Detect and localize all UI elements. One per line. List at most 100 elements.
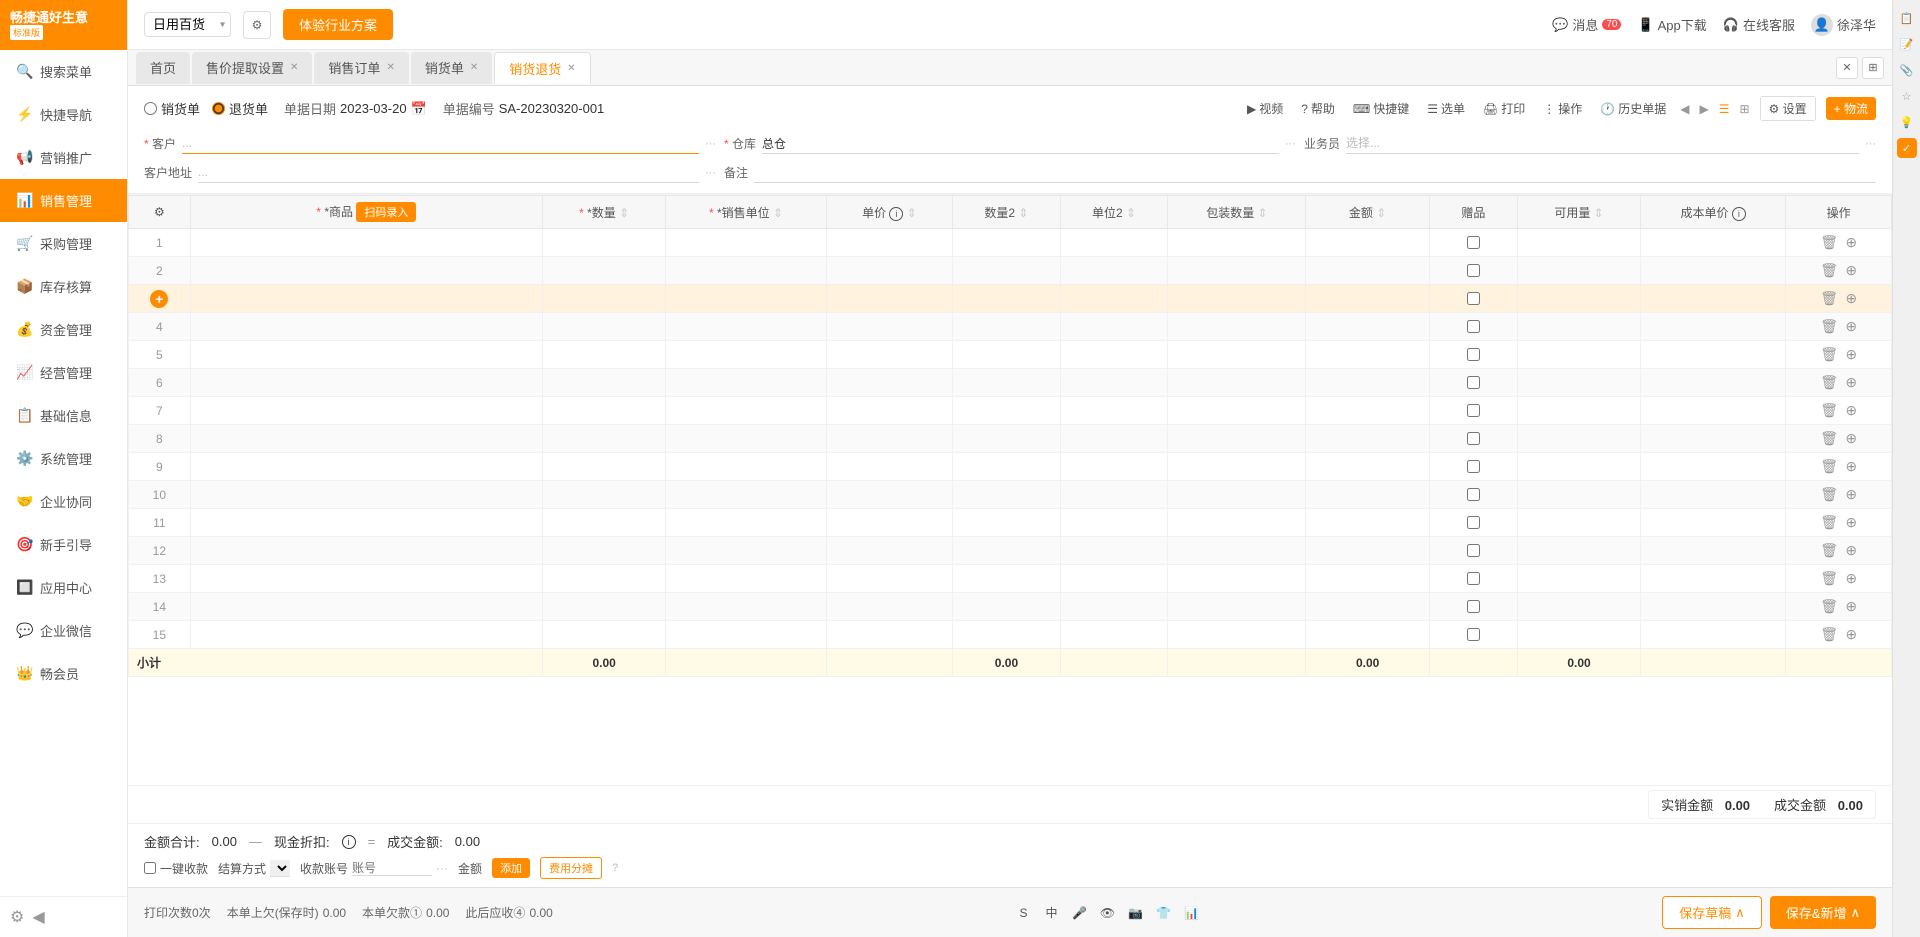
delete-row-14[interactable]: 🗑 (1818, 598, 1840, 615)
copy-row-6[interactable]: ⊕ (1843, 374, 1859, 391)
sidebar-item-wechat[interactable]: 💬企业微信 (0, 609, 127, 652)
qty2-cell-6[interactable] (953, 369, 1061, 397)
sidebar-item-member[interactable]: 👑畅会员 (0, 652, 127, 695)
amount-cell-1[interactable] (1306, 229, 1429, 257)
unit2-cell-2[interactable] (1060, 257, 1168, 285)
gift-checkbox-14[interactable] (1467, 600, 1480, 613)
industry-select-wrap[interactable]: 日用百货 (144, 12, 231, 37)
gift-cell-15[interactable] (1429, 621, 1517, 649)
unit2-cell-15[interactable] (1060, 621, 1168, 649)
available-cell-14[interactable] (1517, 593, 1640, 621)
customer-input[interactable] (182, 133, 699, 154)
copy-row-4[interactable]: ⊕ (1843, 318, 1859, 335)
gift-checkbox-1[interactable] (1467, 236, 1480, 249)
available-cell-11[interactable] (1517, 509, 1640, 537)
product-cell-4[interactable] (190, 313, 542, 341)
rp-btn-3[interactable]: 📎 (1897, 60, 1917, 80)
sidebar-collapse-icon[interactable]: ◀ (32, 907, 44, 927)
return-radio[interactable]: 退货单 (212, 99, 268, 118)
calendar-icon[interactable]: 📅 (411, 101, 427, 117)
sidebar-item-guide[interactable]: 🎯新手引导 (0, 523, 127, 566)
product-cell-9[interactable] (190, 453, 542, 481)
pack-cell-9[interactable] (1168, 453, 1306, 481)
gift-checkbox-15[interactable] (1467, 628, 1480, 641)
unit2-cell-11[interactable] (1060, 509, 1168, 537)
unit2-cell-7[interactable] (1060, 397, 1168, 425)
unit-cell-3[interactable] (666, 285, 826, 313)
price-cell-15[interactable] (826, 621, 952, 649)
cost-cell-8[interactable] (1641, 425, 1786, 453)
customer-more-icon[interactable]: ··· (705, 138, 716, 150)
account-more-icon[interactable]: ··· (436, 861, 448, 875)
unit-price-info-icon[interactable]: i (889, 207, 903, 221)
available-cell-8[interactable] (1517, 425, 1640, 453)
cost-cell-3[interactable] (1641, 285, 1786, 313)
delete-row-2[interactable]: 🗑 (1818, 262, 1840, 279)
available-cell-7[interactable] (1517, 397, 1640, 425)
unit-cell-11[interactable] (666, 509, 826, 537)
copy-row-2[interactable]: ⊕ (1843, 262, 1859, 279)
unit2-cell-12[interactable] (1060, 537, 1168, 565)
salesperson-more-icon[interactable]: ··· (1865, 138, 1876, 150)
qty-cell-3[interactable] (542, 285, 665, 313)
gift-cell-7[interactable] (1429, 397, 1517, 425)
price-cell-13[interactable] (826, 565, 952, 593)
available-cell-12[interactable] (1517, 537, 1640, 565)
qty-cell-5[interactable] (542, 341, 665, 369)
tab-close-sales-delivery[interactable]: ✕ (470, 62, 478, 73)
cost-cell-12[interactable] (1641, 537, 1786, 565)
return-radio-input[interactable] (212, 102, 225, 115)
sidebar-item-operations[interactable]: 📈经营管理 (0, 351, 127, 394)
amount-cell-10[interactable] (1306, 481, 1429, 509)
tab-close-price-settings[interactable]: ✕ (290, 62, 298, 73)
th-settings[interactable]: ⚙ (129, 196, 191, 229)
history-btn[interactable]: 🕐 历史单据 (1596, 98, 1670, 119)
tab-close-all-button[interactable]: ✕ (1836, 57, 1858, 79)
copy-row-5[interactable]: ⊕ (1843, 346, 1859, 363)
unit-cell-10[interactable] (666, 481, 826, 509)
user-item[interactable]: 👤 徐泽华 (1811, 14, 1876, 36)
delete-row-1[interactable]: 🗑 (1818, 234, 1840, 251)
gift-cell-2[interactable] (1429, 257, 1517, 285)
bottom-tool-3[interactable]: 🎤 (1068, 901, 1092, 925)
cost-cell-7[interactable] (1641, 397, 1786, 425)
pack-cell-8[interactable] (1168, 425, 1306, 453)
topbar-settings-button[interactable]: ⚙ (243, 11, 271, 39)
calc-method-select[interactable] (270, 860, 290, 877)
delete-row-8[interactable]: 🗑 (1818, 430, 1840, 447)
unit2-cell-8[interactable] (1060, 425, 1168, 453)
price-cell-5[interactable] (826, 341, 952, 369)
sales-radio-input[interactable] (144, 102, 157, 115)
product-input-3[interactable] (199, 292, 534, 306)
next-record-icon[interactable]: ▶ (1700, 102, 1709, 116)
salesperson-input[interactable] (1346, 133, 1859, 154)
delete-row-12[interactable]: 🗑 (1818, 542, 1840, 559)
gift-cell-8[interactable] (1429, 425, 1517, 453)
sidebar-item-appstore[interactable]: 🔲应用中心 (0, 566, 127, 609)
bottom-tool-7[interactable]: 📊 (1180, 901, 1204, 925)
sidebar-settings-icon[interactable]: ⚙ (10, 907, 24, 927)
pack-cell-13[interactable] (1168, 565, 1306, 593)
select-btn[interactable]: ☰ 选单 (1423, 98, 1469, 119)
gift-checkbox-5[interactable] (1467, 348, 1480, 361)
pack-cell-3[interactable] (1168, 285, 1306, 313)
col-sep-pack[interactable]: ⇕ (1258, 206, 1268, 220)
footer-help-icon[interactable]: ? (612, 862, 618, 874)
app-download-item[interactable]: 📱 App下载 (1637, 15, 1706, 34)
available-cell-5[interactable] (1517, 341, 1640, 369)
pack-cell-7[interactable] (1168, 397, 1306, 425)
qty-cell-9[interactable] (542, 453, 665, 481)
qty-cell-15[interactable] (542, 621, 665, 649)
copy-row-1[interactable]: ⊕ (1843, 234, 1859, 251)
product-cell-7[interactable] (190, 397, 542, 425)
product-cell-15[interactable] (190, 621, 542, 649)
delete-row-10[interactable]: 🗑 (1818, 486, 1840, 503)
delete-row-3[interactable]: 🗑 (1818, 290, 1840, 307)
gift-checkbox-10[interactable] (1467, 488, 1480, 501)
col-sep-price[interactable]: ⇕ (907, 206, 917, 220)
qty2-cell-10[interactable] (953, 481, 1061, 509)
price-cell-6[interactable] (826, 369, 952, 397)
gift-cell-3[interactable] (1429, 285, 1517, 313)
available-cell-1[interactable] (1517, 229, 1640, 257)
unit2-cell-10[interactable] (1060, 481, 1168, 509)
